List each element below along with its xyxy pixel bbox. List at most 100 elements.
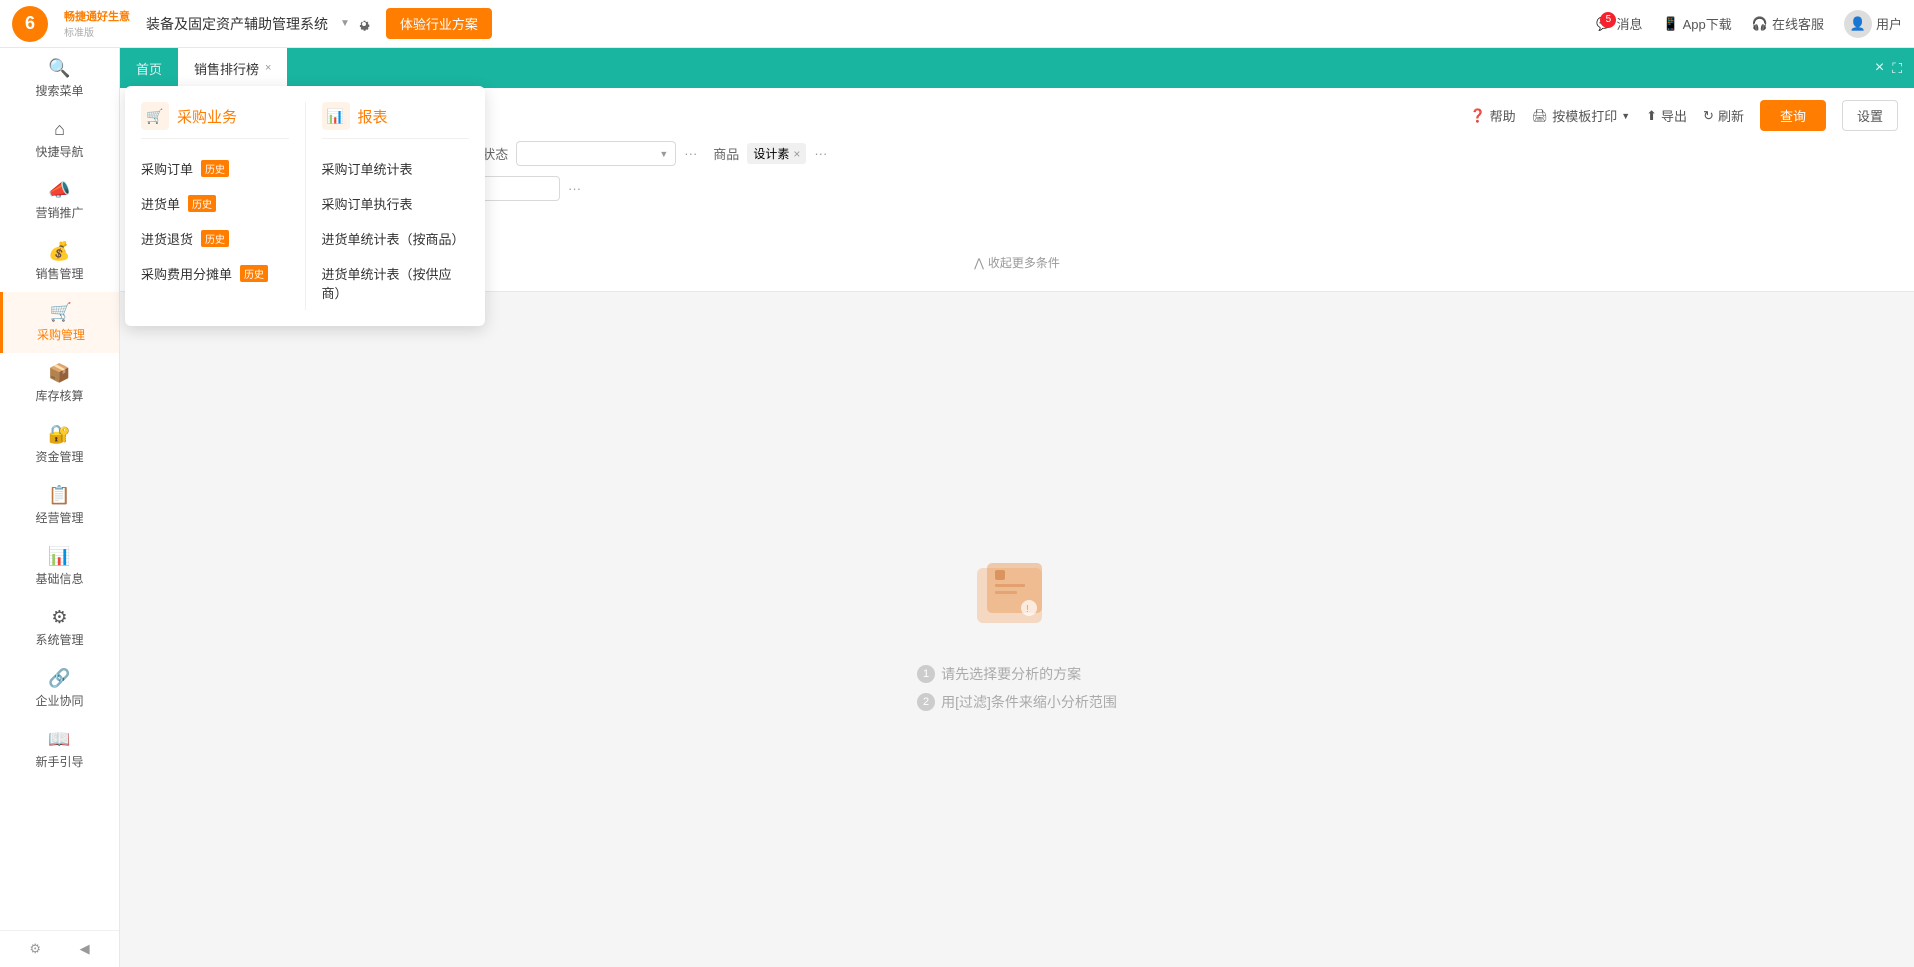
dropdown-item-stock-stats-goods[interactable]: 进货单统计表（按商品） [322, 221, 470, 256]
dropdown-item-purchase-order[interactable]: 采购订单 历史 [141, 151, 289, 186]
sidebar-item-basic-info[interactable]: 📊 基础信息 [0, 536, 119, 597]
online-service-btn[interactable]: 🎧 在线客服 [1752, 14, 1824, 33]
purchase-order-history-badge: 历史 [201, 160, 229, 177]
headset-icon: 🎧 [1752, 16, 1768, 32]
sidebar-collapse-btn[interactable]: ◀ [80, 941, 90, 957]
sidebar-item-quick-nav[interactable]: ⌂ 快捷导航 [0, 109, 119, 170]
salesman-ellipsis-btn[interactable]: ··· [568, 181, 581, 196]
print-dropdown-icon: ▼ [1621, 111, 1630, 121]
notification-btn[interactable]: 💬 5 消息 [1596, 14, 1642, 33]
sidebar-item-marketing[interactable]: 📣 营销推广 [0, 170, 119, 231]
app-download-btn[interactable]: 📱 App下载 [1662, 14, 1731, 33]
logo-sub: 标准版 [64, 24, 130, 39]
tab-close-icon[interactable]: × [265, 62, 271, 74]
logo-char: 6 [25, 13, 35, 34]
collapse-label: 收起更多条件 [988, 254, 1060, 271]
tab-sales-rank-label: 销售排行榜 [194, 59, 259, 78]
topbar-settings-button[interactable] [350, 10, 378, 38]
settings-small-button[interactable]: 设置 [1842, 100, 1898, 131]
system-title-dropdown[interactable]: 装备及固定资产辅助管理系统 ▼ [146, 14, 350, 34]
sidebar-item-guide[interactable]: 📖 新手引导 [0, 719, 119, 780]
sidebar-item-operation-label: 经营管理 [35, 509, 83, 526]
export-label: 导出 [1661, 106, 1687, 125]
dropdown-item-order-stats[interactable]: 采购订单统计表 [322, 151, 470, 186]
sidebar-item-search[interactable]: 🔍 搜索菜单 [0, 48, 119, 109]
sidebar-item-marketing-label: 营销推广 [35, 204, 83, 221]
hint-item-2: 2 用[过滤]条件来缩小分析范围 [917, 692, 1117, 712]
dropdown-item-stock-return-label: 进货退货 [141, 229, 193, 248]
sidebar-item-operation[interactable]: 📋 经营管理 [0, 475, 119, 536]
tab-sales-rank[interactable]: 销售排行榜 × [178, 48, 287, 88]
dropdown-item-stock-return[interactable]: 进货退货 历史 [141, 221, 289, 256]
inventory-icon: 📦 [48, 363, 70, 384]
sidebar-item-inventory[interactable]: 📦 库存核算 [0, 353, 119, 414]
dropdown-item-order-exec[interactable]: 采购订单执行表 [322, 186, 470, 221]
tab-expand-btn[interactable]: ⛶ [1892, 60, 1902, 77]
operation-icon: 📋 [48, 485, 70, 506]
print-btn[interactable]: 🖨 按模板打印 ▼ [1532, 106, 1630, 125]
guide-icon: 📖 [48, 729, 70, 750]
filter-group-goods: 商品 设计素 × ··· [713, 143, 827, 164]
hint-item-1: 1 请先选择要分析的方案 [917, 664, 1117, 684]
goods-ellipsis-btn[interactable]: ··· [814, 146, 827, 161]
basic-info-icon: 📊 [48, 546, 70, 567]
home-icon: ⌂ [54, 119, 65, 140]
sidebar-item-quick-nav-label: 快捷导航 [35, 143, 83, 160]
sidebar-settings-btn[interactable]: ⚙ [29, 941, 41, 957]
online-service-label: 在线客服 [1772, 14, 1824, 33]
filter-group-status: 单据状态 ··· [456, 141, 697, 166]
title-dropdown-arrow-icon: ▼ [340, 18, 350, 29]
query-button[interactable]: 查询 [1760, 100, 1826, 131]
phone-icon: 📱 [1662, 16, 1678, 32]
sidebar-item-finance[interactable]: 🔐 资金管理 [0, 414, 119, 475]
avatar: 👤 [1844, 10, 1872, 38]
dropdown-item-order-stats-label: 采购订单统计表 [322, 159, 413, 178]
sidebar-item-enterprise[interactable]: 🔗 企业协同 [0, 658, 119, 719]
sidebar-nav: 🔍 搜索菜单 ⌂ 快捷导航 📣 营销推广 💰 销售管理 🛒 采购管理 [0, 48, 119, 930]
system-icon: ⚙ [51, 607, 67, 628]
dropdown-item-stock-stats-supplier[interactable]: 进货单统计表（按供应商） [322, 256, 470, 310]
dropdown-item-stock-in[interactable]: 进货单 历史 [141, 186, 289, 221]
sidebar-item-enterprise-label: 企业协同 [35, 692, 83, 709]
sidebar-item-search-label: 搜索菜单 [35, 82, 83, 99]
sidebar-item-system[interactable]: ⚙ 系统管理 [0, 597, 119, 658]
tab-close-all-btn[interactable]: × [1875, 59, 1884, 77]
dropdown-item-stock-stats-goods-label: 进货单统计表（按商品） [322, 229, 465, 248]
dropdown-item-purchase-expense[interactable]: 采购费用分摊单 历史 [141, 256, 289, 291]
user-menu-btn[interactable]: 👤 用户 [1844, 10, 1902, 38]
sidebar-bottom: ⚙ ◀ [0, 930, 119, 967]
user-label: 用户 [1876, 14, 1902, 33]
logo-icon: 6 [12, 6, 48, 42]
dropdown-item-purchase-order-label: 采购订单 [141, 159, 193, 178]
dropdown-purchase-title: 采购业务 [177, 106, 237, 127]
refresh-btn[interactable]: ↻ 刷新 [1703, 106, 1744, 125]
sidebar-item-guide-label: 新手引导 [35, 753, 83, 770]
purchase-expense-history-badge: 历史 [240, 265, 268, 282]
avatar-icon: 👤 [1850, 16, 1866, 32]
goods-tag-close-btn[interactable]: × [793, 147, 800, 161]
goods-label: 商品 [713, 144, 739, 163]
sidebar-item-sales[interactable]: 💰 销售管理 [0, 231, 119, 292]
hint-text-1: 请先选择要分析的方案 [941, 664, 1081, 684]
status-select[interactable] [516, 141, 676, 166]
help-btn[interactable]: ❓ 帮助 [1469, 106, 1515, 125]
sidebar-item-purchase[interactable]: 🛒 采购管理 [0, 292, 119, 353]
sidebar-item-inventory-label: 库存核算 [35, 387, 83, 404]
content-placeholder: ! 1 请先选择要分析的方案 2 用[过滤]条件来缩小分析范围 [120, 292, 1914, 967]
report-col-icon: 📊 [322, 102, 350, 130]
tab-home[interactable]: 首页 [120, 48, 178, 88]
sidebar-item-finance-label: 资金管理 [35, 448, 83, 465]
marketing-icon: 📣 [48, 180, 70, 201]
system-title: 装备及固定资产辅助管理系统 [146, 14, 328, 34]
sidebar-item-system-label: 系统管理 [35, 631, 83, 648]
status-ellipsis-btn[interactable]: ··· [684, 146, 697, 161]
industry-btn[interactable]: 体验行业方案 [386, 8, 492, 39]
stock-return-history-badge: 历史 [201, 230, 229, 247]
export-btn[interactable]: ⬆ 导出 [1646, 106, 1687, 125]
search-icon: 🔍 [48, 58, 70, 79]
goods-tag: 设计素 × [747, 143, 806, 164]
notification-label: 消息 [1616, 14, 1642, 33]
sales-icon: 💰 [48, 241, 70, 262]
print-label: 按模板打印 [1552, 106, 1617, 125]
tab-home-label: 首页 [136, 59, 162, 78]
